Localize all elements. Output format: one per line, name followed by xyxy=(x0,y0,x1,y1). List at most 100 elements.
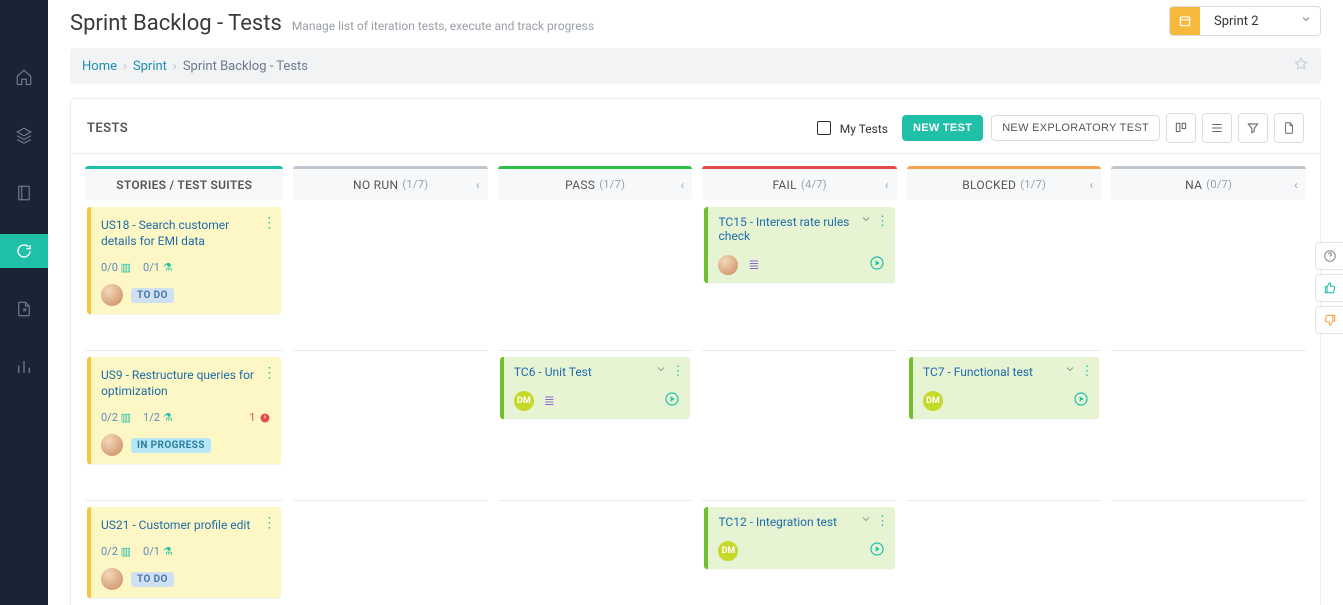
chevron-left-icon: ‹ xyxy=(1294,178,1298,192)
story-card[interactable]: US9 - Restructure queries for optimizati… xyxy=(87,357,281,464)
thumbs-down-button[interactable] xyxy=(1315,306,1343,334)
story-title: US18 - Search customer details for EMI d… xyxy=(101,217,271,249)
chevron-down-icon[interactable] xyxy=(860,213,872,229)
run-icon[interactable] xyxy=(869,541,885,561)
avatar xyxy=(101,434,123,456)
chevron-right-icon: › xyxy=(123,59,127,74)
chevron-left-icon: ‹ xyxy=(1090,178,1094,192)
bar-chart-icon xyxy=(15,358,33,376)
avatar xyxy=(101,284,123,306)
breadcrumb-current: Sprint Backlog - Tests xyxy=(183,59,308,74)
circle-refresh-icon xyxy=(15,242,33,260)
chevron-left-icon: ‹ xyxy=(885,178,889,192)
sprint-selector[interactable]: Sprint 2 xyxy=(1169,6,1321,36)
column-header-fail[interactable]: FAIL(4/7) ‹ xyxy=(702,166,897,200)
nav-layers[interactable] xyxy=(0,118,48,152)
chevron-down-icon[interactable] xyxy=(1064,363,1076,379)
avatar xyxy=(718,255,738,275)
book-icon xyxy=(15,184,33,202)
status-badge: TO DO xyxy=(131,288,174,303)
my-tests-toggle[interactable]: My Tests xyxy=(817,121,888,136)
filter-icon xyxy=(1246,121,1260,135)
export-icon xyxy=(15,300,33,318)
kanban-icon xyxy=(1174,121,1188,135)
thumbs-up-icon xyxy=(1323,281,1337,295)
run-icon[interactable] xyxy=(869,255,885,275)
alert-badge: 1 xyxy=(249,411,271,424)
layers-icon xyxy=(15,126,33,144)
export-button[interactable] xyxy=(1274,113,1304,143)
favorite-star-icon[interactable] xyxy=(1293,56,1309,76)
test-card[interactable]: TC15 - Interest rate rules check ⋮ ≣ xyxy=(704,207,895,283)
more-menu-icon[interactable]: ⋮ xyxy=(876,514,889,529)
chevron-left-icon: ‹ xyxy=(476,178,480,192)
steps-icon: ≣ xyxy=(748,258,759,273)
breadcrumb-home[interactable]: Home xyxy=(82,59,117,74)
more-menu-icon[interactable]: ⋮ xyxy=(671,364,684,379)
page-subtitle: Manage list of iteration tests, execute … xyxy=(292,19,594,36)
avatar-initials: DM xyxy=(923,391,943,411)
nav-sprint[interactable] xyxy=(0,234,48,268)
new-test-button[interactable]: NEW TEST xyxy=(902,115,983,141)
flask-icon: ⚗ xyxy=(163,261,173,274)
more-menu-icon[interactable]: ⋮ xyxy=(262,215,275,231)
help-icon xyxy=(1323,249,1337,263)
thumbs-down-icon xyxy=(1323,313,1337,327)
help-button[interactable] xyxy=(1315,242,1343,270)
alert-icon xyxy=(259,412,271,424)
more-menu-icon[interactable]: ⋮ xyxy=(262,365,275,381)
nav-reports[interactable] xyxy=(0,350,48,384)
left-sidebar xyxy=(0,0,48,605)
title-bar: Sprint Backlog - Tests Manage list of it… xyxy=(70,6,1321,40)
view-kanban-button[interactable] xyxy=(1166,113,1196,143)
panel-title: TESTS xyxy=(87,121,128,136)
more-menu-icon[interactable]: ⋮ xyxy=(876,214,889,229)
breadcrumb-sprint[interactable]: Sprint xyxy=(133,59,167,74)
steps-icon: ≣ xyxy=(544,394,555,409)
story-title: US21 - Customer profile edit xyxy=(101,517,271,533)
checkbox-icon xyxy=(817,121,831,135)
chevron-down-icon[interactable] xyxy=(860,513,872,529)
avatar-initials: DM xyxy=(718,541,738,561)
test-card[interactable]: TC12 - Integration test ⋮ DM xyxy=(704,507,895,569)
column-header-pass[interactable]: PASS(1/7) ‹ xyxy=(498,166,693,200)
filter-button[interactable] xyxy=(1238,113,1268,143)
nav-home[interactable] xyxy=(0,60,48,94)
breadcrumb: Home › Sprint › Sprint Backlog - Tests xyxy=(70,48,1321,84)
test-card[interactable]: TC7 - Functional test ⋮ DM xyxy=(909,357,1100,419)
status-badge: IN PROGRESS xyxy=(131,438,211,453)
column-header-na[interactable]: NA(0/7) ‹ xyxy=(1111,166,1306,200)
file-export-icon xyxy=(1282,121,1296,135)
flask-icon: ⚗ xyxy=(163,411,173,424)
run-icon[interactable] xyxy=(664,391,680,411)
nav-book[interactable] xyxy=(0,176,48,210)
chevron-down-icon[interactable] xyxy=(655,363,667,379)
page-title: Sprint Backlog - Tests xyxy=(70,11,282,36)
card-icon: ▥ xyxy=(121,261,131,274)
nav-doc[interactable] xyxy=(0,292,48,326)
home-icon xyxy=(15,68,33,86)
story-card[interactable]: US18 - Search customer details for EMI d… xyxy=(87,207,281,314)
view-list-button[interactable] xyxy=(1202,113,1232,143)
story-card[interactable]: US21 - Customer profile edit ⋮ 0/2 ▥ 0/1… xyxy=(87,507,281,598)
my-tests-label: My Tests xyxy=(840,122,888,136)
flask-icon: ⚗ xyxy=(163,545,173,558)
status-badge: TO DO xyxy=(131,572,174,587)
calendar-icon xyxy=(1170,7,1200,35)
avatar-initials: DM xyxy=(514,391,534,411)
column-header-blocked[interactable]: BLOCKED(1/7) ‹ xyxy=(907,166,1102,200)
avatar xyxy=(101,568,123,590)
column-header-stories: STORIES / TEST SUITES xyxy=(85,166,283,200)
thumbs-up-button[interactable] xyxy=(1315,274,1343,302)
run-icon[interactable] xyxy=(1073,391,1089,411)
more-menu-icon[interactable]: ⋮ xyxy=(1080,364,1093,379)
list-icon xyxy=(1210,121,1224,135)
column-header-norun[interactable]: NO RUN(1/7) ‹ xyxy=(293,166,488,200)
more-menu-icon[interactable]: ⋮ xyxy=(262,515,275,531)
card-icon: ▥ xyxy=(121,411,131,424)
chevron-down-icon xyxy=(1300,13,1312,29)
test-card[interactable]: TC6 - Unit Test ⋮ DM ≣ xyxy=(500,357,691,419)
new-exploratory-test-button[interactable]: NEW EXPLORATORY TEST xyxy=(991,115,1160,141)
sprint-selector-value: Sprint 2 xyxy=(1214,14,1259,29)
kanban-board: STORIES / TEST SUITES US18 - Search cust… xyxy=(71,154,1320,605)
